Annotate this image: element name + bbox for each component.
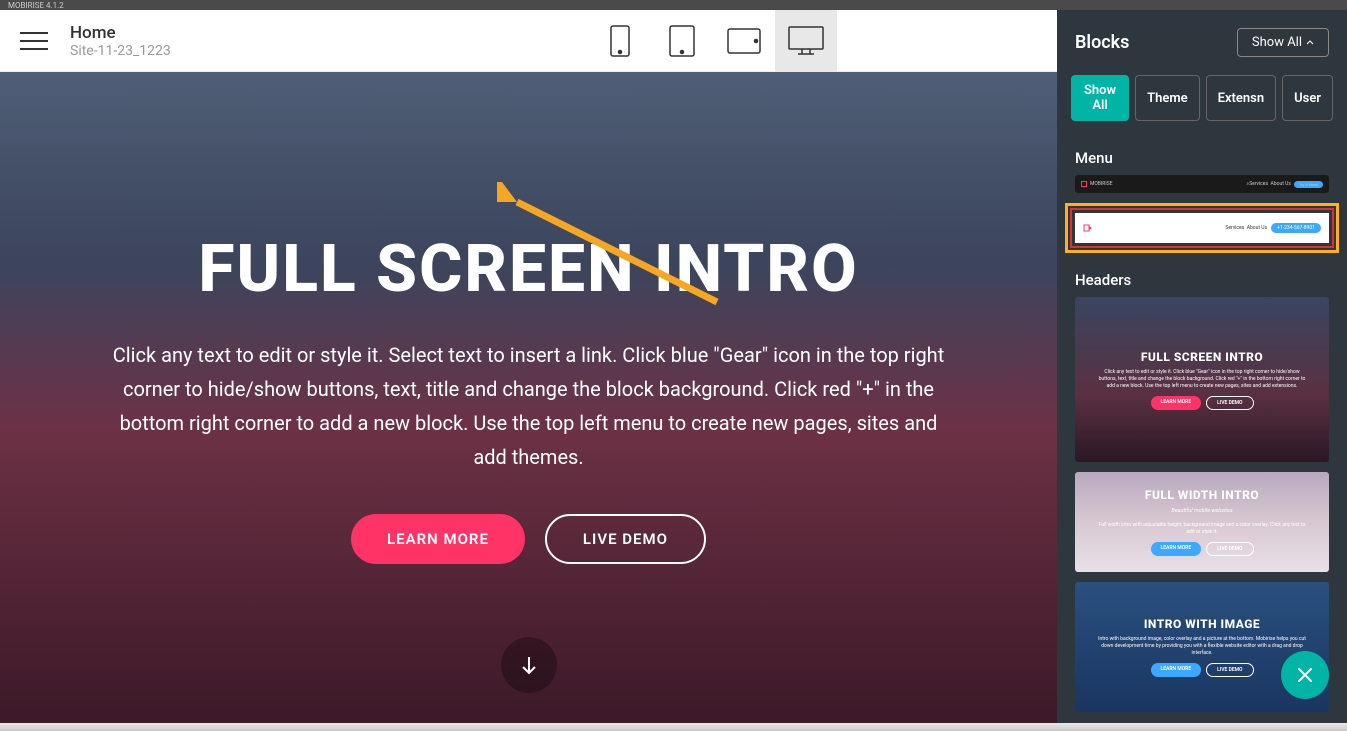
header-block-fullwidth[interactable]: FULL WIDTH INTRO Beautiful mobile websit… <box>1075 472 1329 572</box>
os-taskbar <box>0 723 1347 731</box>
device-preview-toggle <box>589 10 837 72</box>
filter-theme[interactable]: Theme <box>1135 75 1200 121</box>
device-tablet-portrait-icon[interactable] <box>651 10 713 72</box>
learn-more-button[interactable]: LEARN MORE <box>351 514 525 564</box>
window-titlebar: MOBIRISE 4.1.2 <box>0 0 1347 10</box>
page-name[interactable]: Home <box>70 23 171 43</box>
menu-hamburger-icon[interactable] <box>20 32 48 50</box>
editor-canvas[interactable]: FULL SCREEN INTRO Click any text to edit… <box>0 72 1057 723</box>
filter-show-all[interactable]: Show All <box>1071 75 1129 121</box>
sidebar-title: Blocks <box>1075 32 1129 53</box>
blocks-sidebar: Blocks Show All Show All Theme Extensn U… <box>1057 10 1347 723</box>
close-panel-button[interactable] <box>1281 651 1329 699</box>
menu-block-dark[interactable]: MOBIRISE ⌕ Services About Us Try It Now! <box>1075 175 1329 193</box>
filter-user[interactable]: User <box>1282 75 1333 121</box>
filter-extensions[interactable]: Extensn <box>1206 75 1276 121</box>
live-demo-button[interactable]: LIVE DEMO <box>545 514 706 564</box>
site-name[interactable]: Site-11-23_1223 <box>70 43 171 59</box>
hero-block: FULL SCREEN INTRO Click any text to edit… <box>0 72 1057 723</box>
device-tablet-landscape-icon[interactable] <box>713 10 775 72</box>
chevron-up-icon <box>1306 39 1314 47</box>
device-desktop-icon[interactable] <box>775 10 837 72</box>
category-headers: Headers <box>1057 261 1347 297</box>
hero-title[interactable]: FULL SCREEN INTRO <box>198 231 858 308</box>
device-phone-icon[interactable] <box>589 10 651 72</box>
close-icon <box>1295 665 1315 685</box>
show-all-dropdown[interactable]: Show All <box>1237 28 1329 57</box>
page-info: Home Site-11-23_1223 <box>70 23 171 59</box>
category-menu: Menu <box>1057 139 1347 175</box>
menu-block-light-highlighted[interactable]: Services About Us +1-234-567-8901 <box>1065 203 1339 253</box>
hero-description[interactable]: Click any text to edit or style it. Sele… <box>104 338 954 474</box>
header-block-fullscreen[interactable]: FULL SCREEN INTRO Click any text to edit… <box>1075 297 1329 462</box>
logo-icon <box>1083 223 1093 233</box>
scroll-down-icon[interactable] <box>501 637 557 693</box>
editor-topbar: Home Site-11-23_1223 <box>0 10 1057 72</box>
